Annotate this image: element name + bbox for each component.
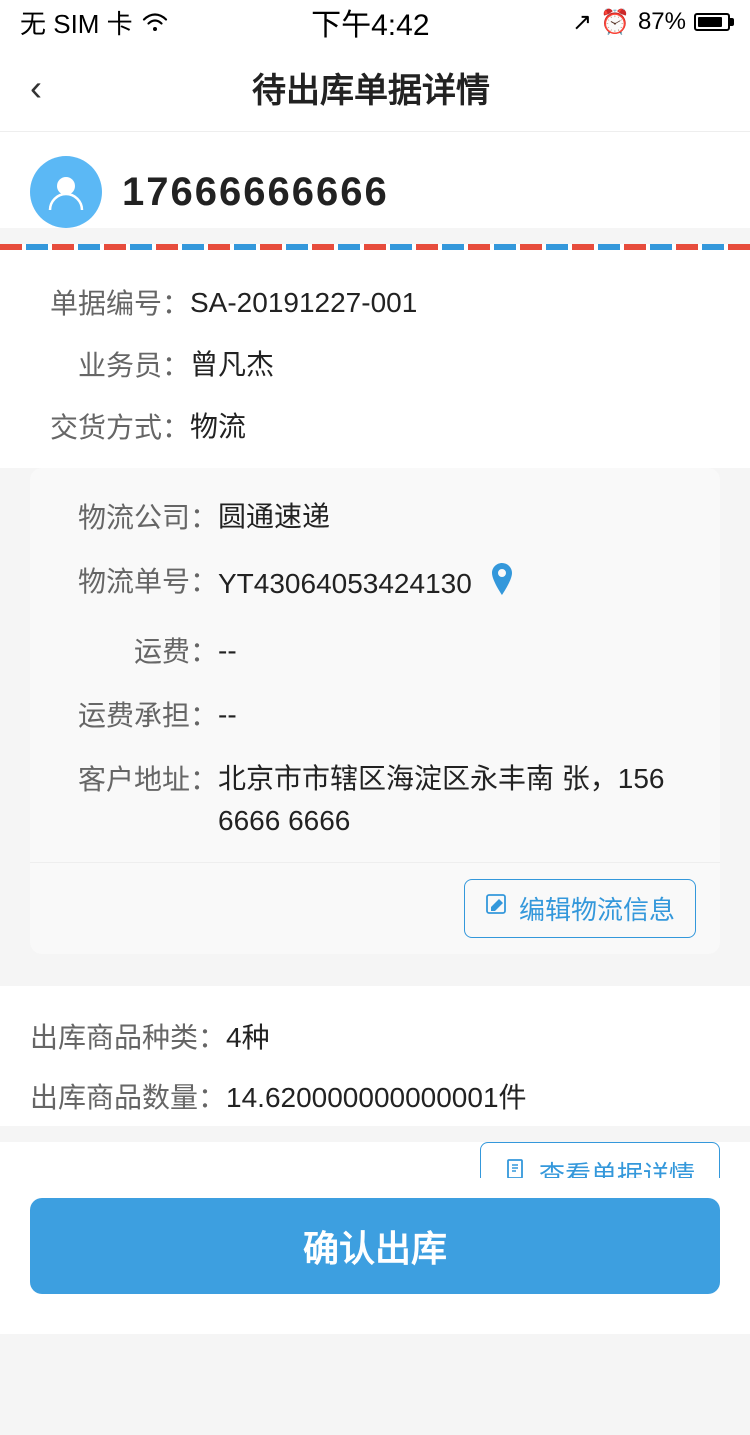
sales-person-label: 业务员：: [30, 344, 190, 384]
order-number-value: SA-20191227-001: [190, 282, 720, 324]
logistics-address-value: 北京市市辖区海淀区永丰南 张，156 6666 6666: [218, 758, 692, 842]
delivery-method-value: 物流: [190, 406, 720, 448]
battery-icon: [694, 13, 730, 31]
page-title: 待出库单据详情: [62, 63, 680, 112]
goods-quantity-label: 出库商品数量：: [30, 1076, 226, 1116]
nav-bar: ‹ 待出库单据详情: [0, 44, 750, 132]
wifi-icon: [141, 7, 169, 38]
back-button[interactable]: ‹: [30, 70, 42, 106]
logistics-freight-value: --: [218, 630, 692, 672]
edit-logistics-button[interactable]: 编辑物流信息: [464, 879, 696, 938]
edit-logistics-section: 编辑物流信息: [30, 862, 720, 954]
logistics-freight-bearer-value: --: [218, 694, 692, 736]
sales-person-row: 业务员： 曾凡杰: [30, 344, 720, 386]
customer-phone: 17666666666: [122, 170, 389, 215]
order-number-label: 单据编号：: [30, 282, 190, 322]
logistics-company-row: 物流公司： 圆通速递: [58, 496, 692, 538]
goods-quantity-row: 出库商品数量： 14.620000000000001件: [30, 1076, 720, 1116]
order-info-section: 单据编号： SA-20191227-001 业务员： 曾凡杰 交货方式： 物流: [0, 252, 750, 468]
logistics-freight-bearer-row: 运费承担： --: [58, 694, 692, 736]
logistics-card-content: 物流公司： 圆通速递 物流单号： YT43064053424130 运费： --: [30, 468, 720, 862]
logistics-tracking-value: YT43064053424130: [218, 560, 692, 608]
edit-icon: [485, 893, 509, 924]
logistics-company-value: 圆通速递: [218, 496, 692, 538]
edit-logistics-label: 编辑物流信息: [519, 890, 675, 927]
confirm-btn-wrapper: 确认出库: [0, 1178, 750, 1334]
customer-header: 17666666666: [0, 132, 750, 228]
status-bar: 无 SIM 卡 下午4:42 ↗ ⏰ 87%: [0, 0, 750, 44]
delivery-method-row: 交货方式： 物流: [30, 406, 720, 448]
section-divider-1: [0, 970, 750, 986]
logistics-freight-bearer-label: 运费承担：: [58, 694, 218, 734]
goods-section: 出库商品种类： 4种 出库商品数量： 14.620000000000001件: [0, 986, 750, 1126]
confirm-button[interactable]: 确认出库: [30, 1198, 720, 1294]
goods-quantity-value: 14.620000000000001件: [226, 1076, 720, 1116]
order-number-row: 单据编号： SA-20191227-001: [30, 282, 720, 324]
logistics-freight-row: 运费： --: [58, 630, 692, 672]
person-icon: [44, 170, 88, 214]
status-right: ↗ ⏰ 87%: [572, 8, 730, 37]
location-status-icon: ↗: [572, 8, 592, 37]
logistics-address-row: 客户地址： 北京市市辖区海淀区永丰南 张，156 6666 6666: [58, 758, 692, 842]
logistics-card-wrapper: 物流公司： 圆通速递 物流单号： YT43064053424130 运费： --: [30, 468, 720, 954]
delivery-method-label: 交货方式：: [30, 406, 190, 446]
goods-types-label: 出库商品种类：: [30, 1016, 226, 1056]
goods-types-row: 出库商品种类： 4种: [30, 1016, 720, 1056]
status-left: 无 SIM 卡: [20, 4, 169, 41]
carrier-text: 无 SIM 卡: [20, 4, 133, 41]
sales-person-value: 曾凡杰: [190, 344, 720, 386]
logistics-address-label: 客户地址：: [58, 758, 218, 798]
customer-avatar: [30, 156, 102, 228]
status-time: 下午4:42: [311, 0, 429, 44]
goods-types-value: 4种: [226, 1016, 720, 1056]
alarm-icon: ⏰: [600, 8, 630, 37]
logistics-tracking-label: 物流单号：: [58, 560, 218, 600]
logistics-freight-label: 运费：: [58, 630, 218, 670]
logistics-company-label: 物流公司：: [58, 496, 218, 536]
battery-text: 87%: [638, 8, 686, 36]
location-icon[interactable]: [488, 560, 516, 608]
tracking-number-text: YT43064053424130: [218, 563, 472, 605]
logistics-tracking-row: 物流单号： YT43064053424130: [58, 560, 692, 608]
page-wrapper: 无 SIM 卡 下午4:42 ↗ ⏰ 87% ‹ 待出库单据详情: [0, 0, 750, 1435]
dashed-divider: [0, 244, 750, 252]
